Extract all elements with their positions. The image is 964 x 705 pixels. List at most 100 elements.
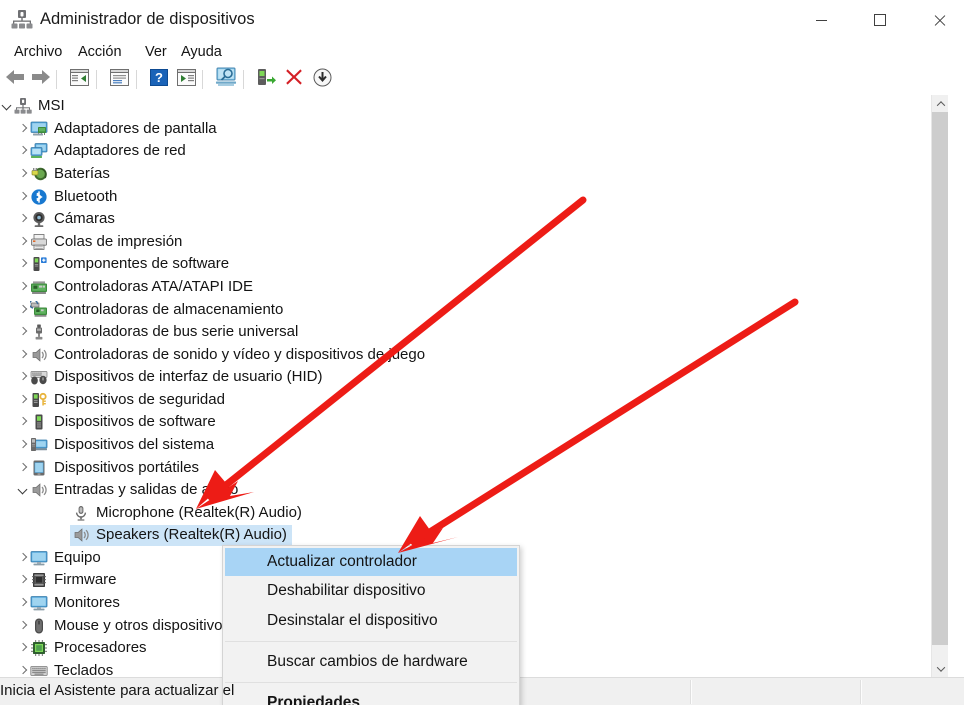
menu-item-ayuda[interactable]: Ayuda (175, 40, 228, 64)
close-icon (933, 14, 946, 27)
help-button[interactable]: ? (146, 67, 172, 92)
tree-item-label: Cámaras (54, 210, 115, 228)
toolbar-separator (202, 70, 203, 89)
tree-item[interactable]: Dispositivos de software (0, 411, 216, 434)
context-menu-item[interactable]: Propiedades (223, 688, 519, 705)
tree-item[interactable]: Firmware (0, 569, 117, 592)
tree-item-content: Microphone (Realtek(R) Audio) (72, 504, 302, 522)
tree-item[interactable]: Procesadores (0, 637, 147, 660)
scrollbar-thumb[interactable] (932, 112, 949, 645)
chevron-right-icon[interactable] (16, 619, 30, 633)
audio-io-icon (30, 481, 48, 499)
scroll-up-button[interactable] (932, 95, 949, 112)
menu-item-archivo[interactable]: Archivo (8, 40, 68, 64)
chevron-right-icon[interactable] (16, 438, 30, 452)
chevron-right-icon[interactable] (16, 212, 30, 226)
tree-item-content: Firmware (30, 571, 117, 589)
tree-item[interactable]: Adaptadores de pantalla (0, 118, 217, 141)
tree-item[interactable]: Controladoras de almacenamiento (0, 298, 283, 321)
chevron-right-icon[interactable] (16, 257, 30, 271)
tree-item-content: Cámaras (30, 210, 115, 228)
chevron-right-icon[interactable] (16, 415, 30, 429)
scan-hardware-changes-button[interactable] (212, 67, 240, 92)
tree-item[interactable]: Equipo (0, 547, 101, 570)
chevron-right-icon[interactable] (16, 461, 30, 475)
chevron-right-icon[interactable] (16, 190, 30, 204)
help-icon: ? (150, 68, 168, 91)
tree-item[interactable]: Baterías (0, 163, 110, 186)
microphone-icon (72, 504, 90, 522)
vertical-scrollbar[interactable] (931, 95, 949, 677)
chevron-right-icon[interactable] (16, 235, 30, 249)
tree-item-content: Adaptadores de pantalla (30, 120, 217, 138)
tree-item[interactable]: Monitores (0, 592, 120, 615)
show-hidden-devices-icon (176, 68, 196, 91)
tree-item[interactable]: Dispositivos de seguridad (0, 389, 225, 412)
context-menu-item[interactable]: Buscar cambios de hardware (223, 647, 519, 677)
tree-item-label: Componentes de software (54, 255, 230, 273)
chevron-right-icon[interactable] (16, 573, 30, 587)
tree-item[interactable]: Microphone (Realtek(R) Audio) (0, 501, 302, 524)
network-adapter-icon (30, 142, 48, 160)
forward-button[interactable] (28, 67, 54, 92)
context-menu[interactable]: Actualizar controlador Deshabilitar dispo… (222, 545, 520, 705)
back-button[interactable] (2, 67, 28, 92)
menu-item-ver[interactable]: Ver (139, 40, 173, 64)
tree-item-label: Speakers (Realtek(R) Audio) (96, 525, 287, 543)
tree-item[interactable]: Dispositivos de interfaz de usuario (HID… (0, 366, 322, 389)
chevron-right-icon[interactable] (16, 303, 30, 317)
tree-item-content: Controladoras ATA/ATAPI IDE (30, 278, 253, 296)
tree-item[interactable]: Adaptadores de red (0, 140, 186, 163)
back-arrow-icon (4, 67, 26, 92)
tree-item[interactable]: MSI (0, 95, 65, 118)
tree-item-content: Speakers (Realtek(R) Audio) (70, 524, 292, 546)
maximize-button[interactable] (857, 0, 903, 40)
enable-device-button[interactable] (253, 67, 279, 92)
minimize-button[interactable] (798, 0, 844, 40)
chevron-right-icon[interactable] (16, 596, 30, 610)
uninstall-device-button[interactable] (281, 67, 307, 92)
tree-item[interactable]: Dispositivos del sistema (0, 434, 214, 457)
tree-item[interactable]: Bluetooth (0, 185, 117, 208)
tree-item[interactable]: Componentes de software (0, 253, 229, 276)
context-menu-item[interactable]: Actualizar controlador (225, 548, 517, 576)
show-hidden-devices-button[interactable] (173, 67, 199, 92)
tree-item[interactable]: Entradas y salidas de audio (0, 479, 238, 502)
chevron-right-icon[interactable] (16, 122, 30, 136)
scroll-down-button[interactable] (932, 660, 949, 677)
tree-item[interactable]: Colas de impresión (0, 230, 182, 253)
tree-item-selected[interactable]: Speakers (Realtek(R) Audio) (0, 524, 292, 547)
tree-item[interactable]: Dispositivos portátiles (0, 456, 199, 479)
battery-icon (30, 165, 48, 183)
chevron-right-icon[interactable] (16, 664, 30, 677)
chevron-right-icon[interactable] (16, 370, 30, 384)
tree-item[interactable]: Teclados (0, 660, 113, 677)
close-button[interactable] (916, 0, 962, 40)
chevron-right-icon[interactable] (16, 325, 30, 339)
chevron-right-icon[interactable] (16, 641, 30, 655)
context-menu-item[interactable]: Deshabilitar dispositivo (223, 576, 519, 606)
menu-item-accin[interactable]: Acción (72, 40, 128, 64)
install-legacy-hardware-button[interactable] (309, 67, 335, 92)
chevron-right-icon[interactable] (16, 393, 30, 407)
chevron-down-icon[interactable] (0, 99, 14, 113)
tree-item[interactable]: Controladoras ATA/ATAPI IDE (0, 276, 253, 299)
device-manager-window: Administrador de dispositivos Archivo Acc… (0, 0, 964, 705)
chevron-right-icon[interactable] (16, 280, 30, 294)
sound-device-icon (30, 346, 48, 364)
update-driver-button[interactable] (106, 67, 132, 92)
window-right-gutter (948, 95, 964, 677)
context-menu-item[interactable]: Desinstalar el dispositivo (223, 606, 519, 636)
chevron-down-icon[interactable] (16, 483, 30, 497)
tree-item[interactable]: Controladoras de bus serie universal (0, 321, 298, 344)
status-divider (690, 680, 692, 704)
chevron-right-icon[interactable] (16, 348, 30, 362)
tree-item-label: Controladoras de sonido y vídeo y dispos… (54, 345, 426, 363)
chevron-right-icon[interactable] (16, 551, 30, 565)
tree-item[interactable]: Cámaras (0, 208, 115, 231)
properties-button[interactable] (66, 67, 92, 92)
chevron-right-icon[interactable] (16, 167, 30, 181)
tree-item[interactable]: Controladoras de sonido y vídeo y dispos… (0, 343, 425, 366)
chevron-right-icon[interactable] (16, 144, 30, 158)
